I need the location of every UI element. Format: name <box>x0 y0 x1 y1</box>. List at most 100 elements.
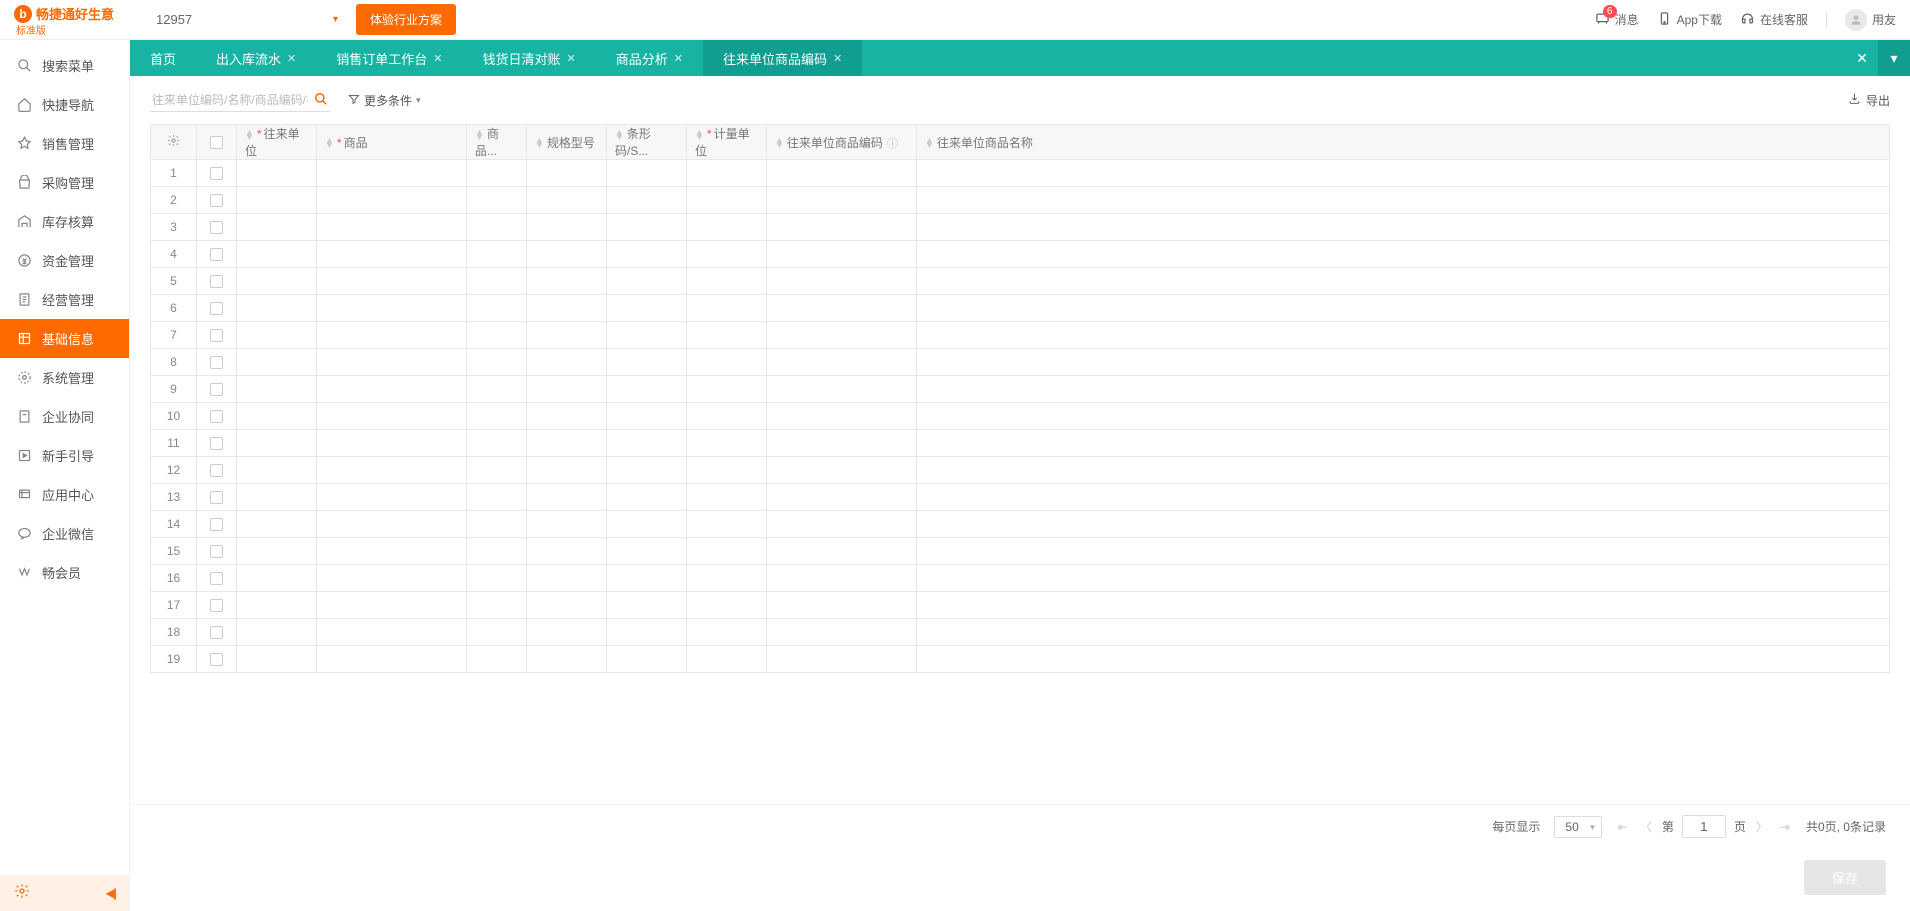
cell-pcodep[interactable] <box>767 160 917 187</box>
cell-unit[interactable] <box>687 538 767 565</box>
save-button[interactable]: 保存 <box>1804 860 1886 895</box>
col-prodcode[interactable]: ▲▼商品... <box>467 125 527 160</box>
cell-barcode[interactable] <box>607 322 687 349</box>
service-button[interactable]: 在线客服 <box>1740 11 1808 29</box>
tenant-select[interactable]: 12957 ▾ <box>156 8 346 31</box>
cta-button[interactable]: 体验行业方案 <box>356 4 456 35</box>
close-icon[interactable]: ✕ <box>287 52 296 65</box>
cell-unit[interactable] <box>687 592 767 619</box>
sidebar-item-12[interactable]: 企业微信 <box>0 514 129 553</box>
sidebar-item-3[interactable]: 采购管理 <box>0 163 129 202</box>
cell-product[interactable] <box>317 349 467 376</box>
cell-spec[interactable] <box>527 376 607 403</box>
cell-partner[interactable] <box>237 511 317 538</box>
col-barcode[interactable]: ▲▼条形码/S... <box>607 125 687 160</box>
cell-partner[interactable] <box>237 295 317 322</box>
cell-product[interactable] <box>317 322 467 349</box>
cell-partner[interactable] <box>237 241 317 268</box>
sidebar-item-10[interactable]: 新手引导 <box>0 436 129 475</box>
cell-spec[interactable] <box>527 349 607 376</box>
cell-prodcode[interactable] <box>467 457 527 484</box>
row-checkbox[interactable] <box>210 572 223 585</box>
cell-product[interactable] <box>317 565 467 592</box>
cell-pcodep[interactable] <box>767 538 917 565</box>
row-checkbox[interactable] <box>210 545 223 558</box>
sidebar-item-8[interactable]: 系统管理 <box>0 358 129 397</box>
row-checkbox[interactable] <box>210 437 223 450</box>
tab-0[interactable]: 首页 <box>130 40 196 76</box>
cell-prodcode[interactable] <box>467 187 527 214</box>
search-icon[interactable] <box>314 92 328 109</box>
cell-unit[interactable] <box>687 187 767 214</box>
row-checkbox[interactable] <box>210 383 223 396</box>
cell-product[interactable] <box>317 430 467 457</box>
cell-barcode[interactable] <box>607 484 687 511</box>
cell-unit[interactable] <box>687 646 767 673</box>
cell-pnamep[interactable] <box>917 160 1890 187</box>
cell-pnamep[interactable] <box>917 349 1890 376</box>
cell-pcodep[interactable] <box>767 565 917 592</box>
cell-pcodep[interactable] <box>767 457 917 484</box>
cell-barcode[interactable] <box>607 457 687 484</box>
cell-spec[interactable] <box>527 619 607 646</box>
cell-pnamep[interactable] <box>917 511 1890 538</box>
sort-icon[interactable]: ▲▼ <box>695 130 704 140</box>
search-input[interactable] <box>152 93 308 107</box>
cell-pcodep[interactable] <box>767 619 917 646</box>
row-checkbox[interactable] <box>210 248 223 261</box>
cell-prodcode[interactable] <box>467 430 527 457</box>
download-button[interactable]: App下载 <box>1657 11 1722 29</box>
row-checkbox[interactable] <box>210 653 223 666</box>
collapse-icon[interactable]: ◀|| <box>106 886 115 900</box>
cell-barcode[interactable] <box>607 187 687 214</box>
cell-spec[interactable] <box>527 511 607 538</box>
more-tabs-icon[interactable]: ▾ <box>1878 40 1910 76</box>
cell-unit[interactable] <box>687 619 767 646</box>
cell-pcodep[interactable] <box>767 484 917 511</box>
col-partner[interactable]: ▲▼*往来单位 <box>237 125 317 160</box>
cell-pnamep[interactable] <box>917 457 1890 484</box>
last-page-icon[interactable]: ⇥ <box>1778 818 1792 836</box>
next-page-icon[interactable]: 〉 <box>1754 816 1770 837</box>
sort-icon[interactable]: ▲▼ <box>925 138 934 148</box>
cell-barcode[interactable] <box>607 646 687 673</box>
row-checkbox[interactable] <box>210 275 223 288</box>
cell-barcode[interactable] <box>607 619 687 646</box>
cell-product[interactable] <box>317 457 467 484</box>
row-checkbox[interactable] <box>210 599 223 612</box>
cell-pcodep[interactable] <box>767 403 917 430</box>
cell-barcode[interactable] <box>607 295 687 322</box>
cell-spec[interactable] <box>527 160 607 187</box>
row-checkbox[interactable] <box>210 626 223 639</box>
cell-prodcode[interactable] <box>467 214 527 241</box>
row-checkbox[interactable] <box>210 518 223 531</box>
row-checkbox[interactable] <box>210 356 223 369</box>
col-pcodep[interactable]: ▲▼往来单位商品编码ⓘ <box>767 125 917 160</box>
cell-unit[interactable] <box>687 268 767 295</box>
sidebar-item-7[interactable]: 基础信息 <box>0 319 129 358</box>
sidebar-item-13[interactable]: 畅会员 <box>0 553 129 592</box>
sidebar-item-6[interactable]: 经营管理 <box>0 280 129 319</box>
cell-barcode[interactable] <box>607 511 687 538</box>
cell-pnamep[interactable] <box>917 376 1890 403</box>
cell-prodcode[interactable] <box>467 646 527 673</box>
cell-pnamep[interactable] <box>917 430 1890 457</box>
tab-4[interactable]: 商品分析✕ <box>596 40 703 76</box>
export-button[interactable]: 导出 <box>1848 92 1890 109</box>
cell-prodcode[interactable] <box>467 565 527 592</box>
cell-product[interactable] <box>317 376 467 403</box>
cell-pcodep[interactable] <box>767 349 917 376</box>
sort-icon[interactable]: ▲▼ <box>535 138 544 148</box>
cell-pcodep[interactable] <box>767 511 917 538</box>
page-size-select[interactable]: 50 ▾ <box>1554 816 1601 838</box>
cell-pcodep[interactable] <box>767 268 917 295</box>
cell-unit[interactable] <box>687 511 767 538</box>
select-all-checkbox[interactable] <box>210 136 223 149</box>
cell-pnamep[interactable] <box>917 592 1890 619</box>
cell-unit[interactable] <box>687 295 767 322</box>
cell-product[interactable] <box>317 241 467 268</box>
settings-col[interactable] <box>151 125 197 160</box>
cell-prodcode[interactable] <box>467 241 527 268</box>
cell-pcodep[interactable] <box>767 241 917 268</box>
cell-spec[interactable] <box>527 484 607 511</box>
